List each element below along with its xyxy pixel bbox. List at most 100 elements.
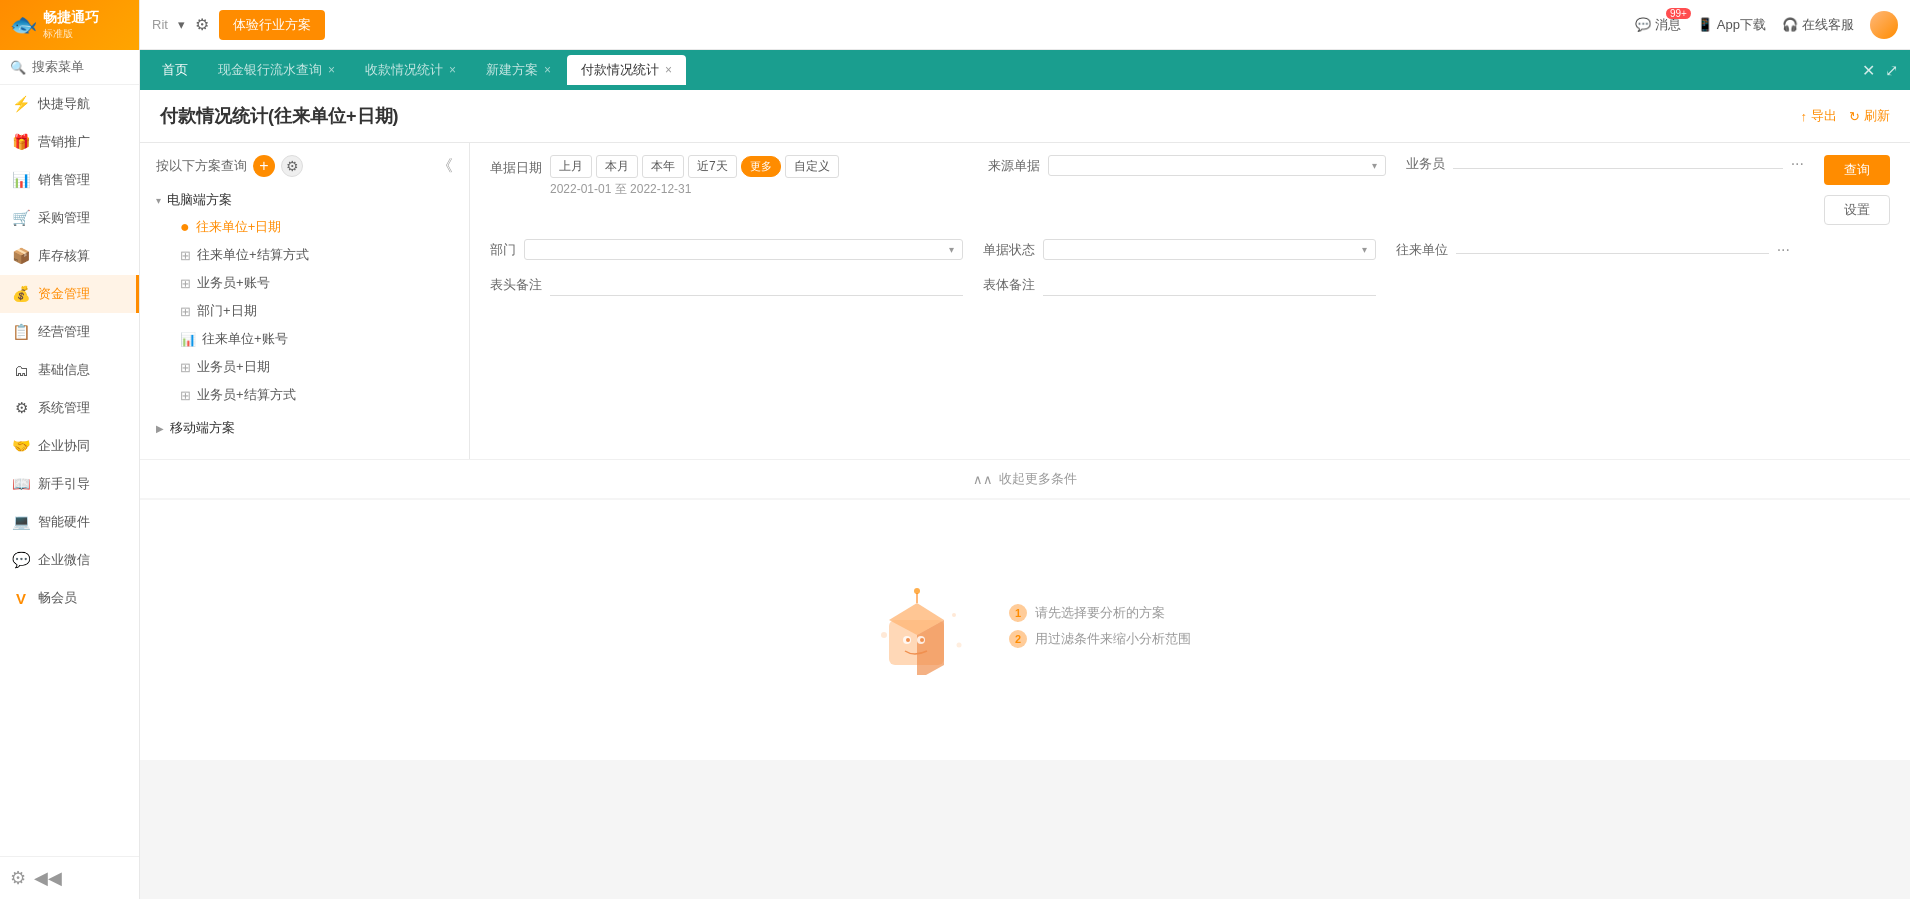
unit-input-area — [1456, 245, 1768, 254]
header-note-input[interactable] — [550, 274, 963, 296]
status-select[interactable]: ▾ — [1043, 239, 1377, 260]
date-btn-more[interactable]: 更多 — [741, 156, 781, 177]
guide-icon: 📖 — [12, 475, 30, 493]
scheme-item-staff-account[interactable]: ⊞ 业务员+账号 — [172, 269, 453, 297]
scheme-item-unit-account[interactable]: 📊 往来单位+账号 — [172, 325, 453, 353]
staff-settle-label: 业务员+结算方式 — [197, 386, 296, 404]
body-note-input[interactable] — [1043, 274, 1377, 296]
source-select[interactable]: ▾ — [1048, 155, 1386, 176]
mobile-expand-icon: ▶ — [156, 423, 164, 434]
scheme-item-staff-settle[interactable]: ⊞ 业务员+结算方式 — [172, 381, 453, 409]
date-btn-7days[interactable]: 近7天 — [688, 155, 737, 178]
message-action[interactable]: 💬 消息 99+ — [1635, 16, 1681, 34]
sidebar-item-label: 快捷导航 — [38, 95, 90, 113]
settings-gear-icon[interactable]: ⚙ — [10, 867, 26, 889]
refresh-button[interactable]: ↻ 刷新 — [1849, 107, 1890, 125]
receipt-tab-close[interactable]: × — [449, 63, 456, 77]
sidebar-item-wechat[interactable]: 💬 企业微信 — [0, 541, 139, 579]
tab-home[interactable]: 首页 — [148, 55, 202, 85]
sidebar-item-hardware[interactable]: 💻 智能硬件 — [0, 503, 139, 541]
sidebar-item-enterprise[interactable]: 🤝 企业协同 — [0, 427, 139, 465]
bank-tab-label: 现金银行流水查询 — [218, 61, 322, 79]
tab-payment[interactable]: 付款情况统计 × — [567, 55, 686, 85]
sidebar-item-label: 库存核算 — [38, 247, 90, 265]
sidebar-item-member[interactable]: V 畅会员 — [0, 579, 139, 617]
bank-tab-close[interactable]: × — [328, 63, 335, 77]
sidebar-item-quick-nav[interactable]: ⚡ 快捷导航 — [0, 85, 139, 123]
app-download-action[interactable]: 📱 App下载 — [1697, 16, 1766, 34]
filter-right-panel: 单据日期 上月 本月 本年 近7天 更多 自定义 — [470, 143, 1910, 459]
empty-step-2: 2 用过滤条件来缩小分析范围 — [1009, 630, 1191, 648]
empty-text: 1 请先选择要分析的方案 2 用过滤条件来缩小分析范围 — [1009, 604, 1191, 656]
topbar-dropdown-icon[interactable]: ▾ — [178, 17, 185, 32]
scheme-item-unit-settle[interactable]: ⊞ 往来单位+结算方式 — [172, 241, 453, 269]
app-download-label: App下载 — [1717, 16, 1766, 34]
close-window-btn[interactable]: ✕ — [1858, 57, 1879, 84]
sidebar-item-operations[interactable]: 📋 经营管理 — [0, 313, 139, 351]
collapse-scheme-btn[interactable]: 《 — [437, 156, 453, 177]
query-button[interactable]: 查询 — [1824, 155, 1890, 185]
staff-ellipsis-btn[interactable]: ··· — [1791, 155, 1804, 173]
scheme-settings-button[interactable]: ⚙ — [281, 155, 303, 177]
mobile-category-header[interactable]: ▶ 移动端方案 — [156, 415, 453, 441]
quick-nav-icon: ⚡ — [12, 95, 30, 113]
sidebar-item-marketing[interactable]: 🎁 营销推广 — [0, 123, 139, 161]
sidebar-item-system[interactable]: ⚙ 系统管理 — [0, 389, 139, 427]
step2-text: 用过滤条件来缩小分析范围 — [1035, 630, 1191, 648]
desktop-category-header[interactable]: ▾ 电脑端方案 — [156, 187, 453, 213]
scheme-item-dept-date[interactable]: ⊞ 部门+日期 — [172, 297, 453, 325]
purchase-icon: 🛒 — [12, 209, 30, 227]
status-label: 单据状态 — [983, 241, 1035, 259]
sidebar-item-purchase[interactable]: 🛒 采购管理 — [0, 199, 139, 237]
date-range: 2022-01-01 至 2022-12-31 — [550, 181, 839, 198]
filter-query-area: 单据日期 上月 本月 本年 近7天 更多 自定义 — [490, 155, 1890, 304]
unit-ellipsis-btn[interactable]: ··· — [1777, 241, 1790, 259]
sidebar-item-label: 销售管理 — [38, 171, 90, 189]
sidebar-item-label: 企业协同 — [38, 437, 90, 455]
user-avatar[interactable] — [1870, 11, 1898, 39]
collapse-more-label: 收起更多条件 — [999, 470, 1077, 488]
add-scheme-button[interactable]: + — [253, 155, 275, 177]
search-menu[interactable]: 🔍 搜索菜单 — [0, 50, 139, 85]
step1-num: 1 — [1009, 604, 1027, 622]
sidebar: 🐟 畅捷通巧 标准版 🔍 搜索菜单 ⚡ 快捷导航 🎁 营销推广 📊 销售管理 🛒… — [0, 0, 140, 899]
collapse-sidebar-icon[interactable]: ◀◀ — [34, 867, 62, 889]
export-button[interactable]: ↑ 导出 — [1801, 107, 1838, 125]
scheme-item-staff-date[interactable]: ⊞ 业务员+日期 — [172, 353, 453, 381]
date-btn-custom[interactable]: 自定义 — [785, 155, 839, 178]
logo-name: 畅捷通巧 — [43, 9, 99, 27]
date-btn-last-month[interactable]: 上月 — [550, 155, 592, 178]
sidebar-item-guide[interactable]: 📖 新手引导 — [0, 465, 139, 503]
tab-receipt[interactable]: 收款情况统计 × — [351, 55, 470, 85]
scheme-panel-header: 按以下方案查询 + ⚙ 《 — [156, 155, 453, 177]
collapse-more-btn[interactable]: ∧∧ 收起更多条件 — [140, 459, 1910, 498]
dept-select[interactable]: ▾ — [524, 239, 963, 260]
page-header: 付款情况统计(往来单位+日期) ↑ 导出 ↻ 刷新 — [140, 90, 1910, 143]
header-note-label: 表头备注 — [490, 276, 542, 294]
staff-settle-icon: ⊞ — [180, 388, 191, 403]
date-btn-this-month[interactable]: 本月 — [596, 155, 638, 178]
desktop-category: ▾ 电脑端方案 ● 往来单位+日期 ⊞ 往来单位+结算方式 — [156, 187, 453, 409]
unit-label: 往来单位 — [1396, 241, 1448, 259]
new-scheme-tab-close[interactable]: × — [544, 63, 551, 77]
tab-bank[interactable]: 现金银行流水查询 × — [204, 55, 349, 85]
tab-new-scheme[interactable]: 新建方案 × — [472, 55, 565, 85]
scheme-item-unit-date[interactable]: ● 往来单位+日期 — [172, 213, 453, 241]
trial-button[interactable]: 体验行业方案 — [219, 10, 325, 40]
sidebar-item-inventory[interactable]: 📦 库存核算 — [0, 237, 139, 275]
search-label: 搜索菜单 — [32, 58, 84, 76]
online-service-action[interactable]: 🎧 在线客服 — [1782, 16, 1854, 34]
sidebar-item-sales[interactable]: 📊 销售管理 — [0, 161, 139, 199]
maximize-window-btn[interactable]: ⤢ — [1881, 57, 1902, 84]
sidebar-item-basic[interactable]: 🗂 基础信息 — [0, 351, 139, 389]
settings-button[interactable]: 设置 — [1824, 195, 1890, 225]
dept-date-icon: ⊞ — [180, 304, 191, 319]
date-btn-this-year[interactable]: 本年 — [642, 155, 684, 178]
sidebar-item-finance[interactable]: 💰 资金管理 — [0, 275, 139, 313]
system-icon: ⚙ — [12, 399, 30, 417]
svg-point-7 — [906, 638, 910, 642]
payment-tab-close[interactable]: × — [665, 63, 672, 77]
topbar-gear-icon[interactable]: ⚙ — [195, 15, 209, 34]
enterprise-icon: 🤝 — [12, 437, 30, 455]
export-label: 导出 — [1811, 107, 1837, 125]
